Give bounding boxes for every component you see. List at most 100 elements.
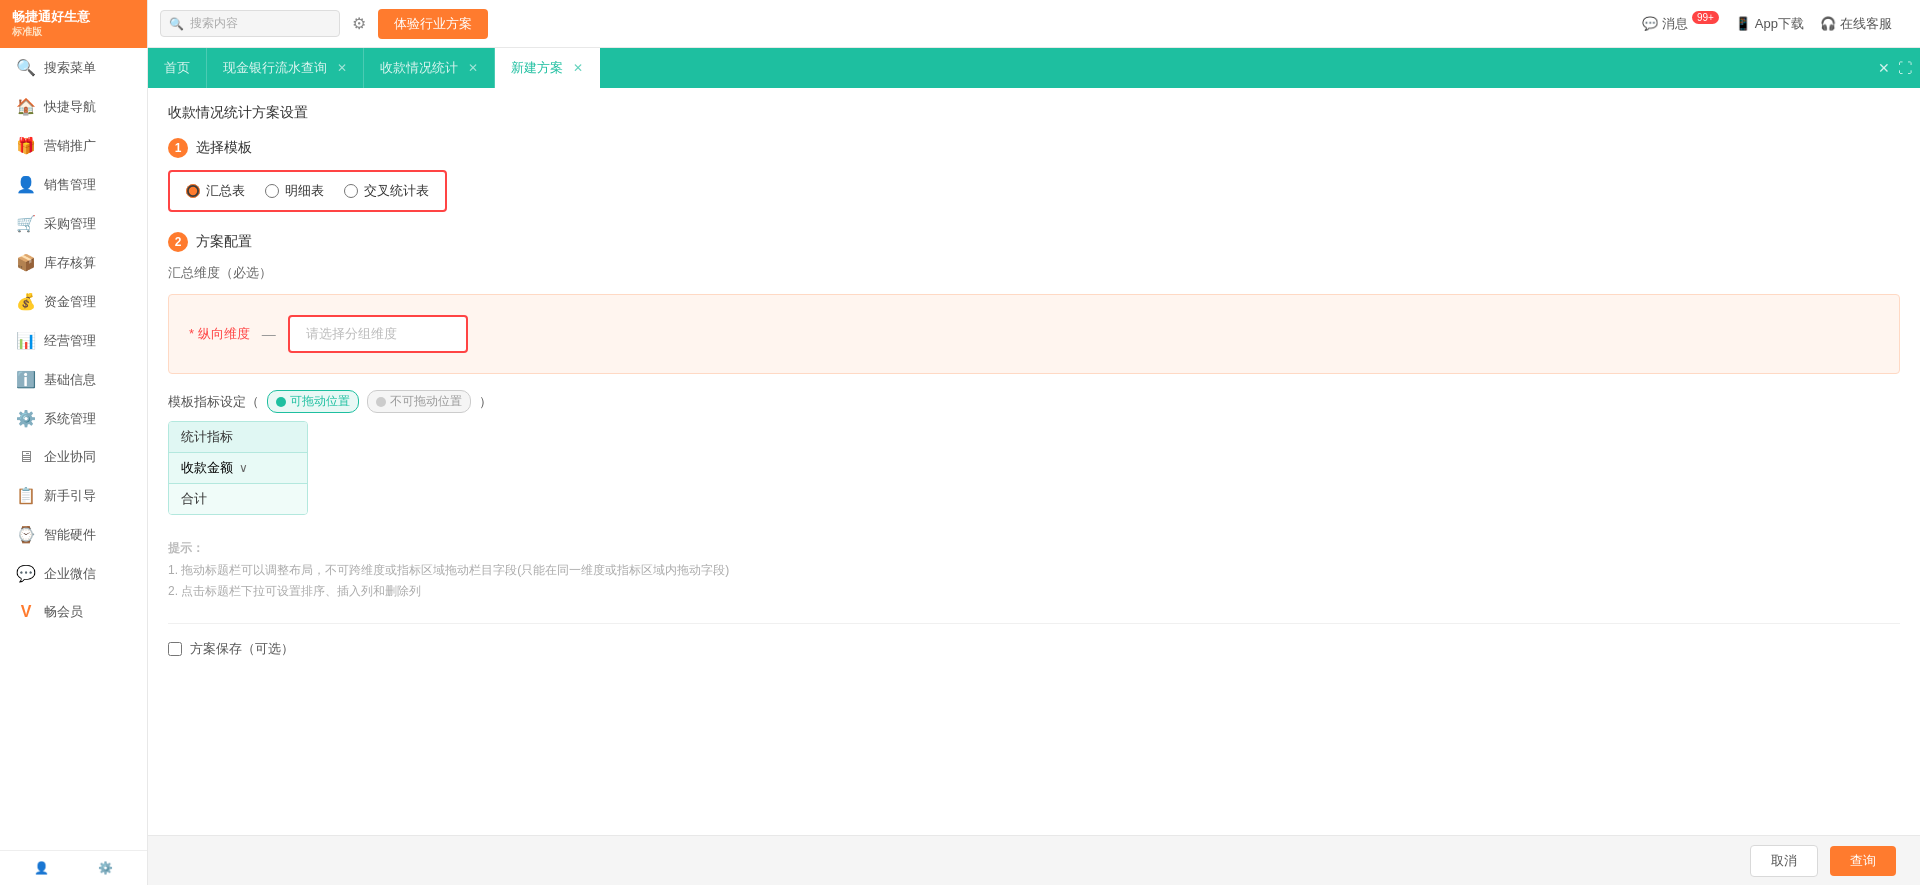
step2-label: 方案配置 bbox=[196, 233, 252, 251]
query-button[interactable]: 查询 bbox=[1830, 846, 1896, 876]
maximize-icon[interactable]: ⛶ bbox=[1898, 60, 1912, 76]
stats-dropdown-icon[interactable]: ∨ bbox=[239, 461, 248, 475]
app-download-label: App下载 bbox=[1755, 15, 1804, 33]
sidebar-item-member[interactable]: V 畅会员 bbox=[0, 593, 147, 631]
sidebar-logo: 畅捷通好生意 标准版 bbox=[0, 0, 147, 48]
tabs-bar: 首页 现金银行流水查询 ✕ 收款情况统计 ✕ 新建方案 ✕ ✕ ⛶ bbox=[148, 48, 1920, 88]
topbar-search-box[interactable]: 🔍 搜索内容 bbox=[160, 10, 340, 37]
sidebar-item-label: 企业微信 bbox=[44, 565, 96, 583]
sidebar-bottom-settings[interactable]: ⚙️ bbox=[98, 861, 113, 875]
download-icon: 📱 bbox=[1735, 16, 1751, 31]
radio-cross-input[interactable] bbox=[344, 184, 358, 198]
settings-gear-icon[interactable]: ⚙ bbox=[352, 14, 366, 33]
tab-label: 收款情况统计 bbox=[380, 59, 458, 77]
movable-label: 可拖动位置 bbox=[290, 393, 350, 410]
sidebar-item-label: 资金管理 bbox=[44, 293, 96, 311]
message-icon: 💬 bbox=[1642, 16, 1658, 31]
radio-cross[interactable]: 交叉统计表 bbox=[344, 182, 429, 200]
sidebar-bottom-user[interactable]: 👤 bbox=[34, 861, 49, 875]
tab-label: 新建方案 bbox=[511, 59, 563, 77]
tab-new-plan[interactable]: 新建方案 ✕ bbox=[495, 48, 600, 88]
vertical-dimension-row: * 纵向维度 — 请选择分组维度 bbox=[189, 315, 468, 353]
tips-section: 提示： 1. 拖动标题栏可以调整布局，不可跨维度或指标区域拖动栏目字段(只能在同… bbox=[168, 538, 1900, 603]
stats-table: 统计指标 收款金额 ∨ 合计 bbox=[168, 421, 308, 515]
dimension-arrow: — bbox=[262, 326, 276, 342]
page-title: 收款情况统计方案设置 bbox=[168, 104, 1900, 122]
footer: 取消 查询 bbox=[148, 835, 1920, 885]
app-download-item[interactable]: 📱 App下载 bbox=[1735, 15, 1804, 33]
radio-detail-label: 明细表 bbox=[285, 182, 324, 200]
cancel-button[interactable]: 取消 bbox=[1750, 845, 1818, 877]
stats-table-header: 统计指标 bbox=[169, 422, 307, 453]
close-window-icon[interactable]: ✕ bbox=[1878, 60, 1890, 76]
search-icon: 🔍 bbox=[169, 17, 184, 31]
logo-version: 标准版 bbox=[12, 25, 90, 39]
topbar-right: 💬 消息 99+ 📱 App下载 🎧 在线客服 bbox=[1642, 15, 1908, 33]
message-item[interactable]: 💬 消息 99+ bbox=[1642, 15, 1719, 33]
sidebar-item-system[interactable]: ⚙️ 系统管理 bbox=[0, 399, 147, 438]
sidebar-item-finance[interactable]: 💰 资金管理 bbox=[0, 282, 147, 321]
tab-label: 现金银行流水查询 bbox=[223, 59, 327, 77]
logo-text: 畅捷通好生意 bbox=[12, 9, 90, 25]
sidebar-item-wechat[interactable]: 💬 企业微信 bbox=[0, 554, 147, 593]
info-icon: ℹ️ bbox=[16, 370, 36, 389]
sidebar-item-collab[interactable]: 🖥 企业协同 bbox=[0, 438, 147, 476]
sidebar-item-inventory[interactable]: 📦 库存核算 bbox=[0, 243, 147, 282]
sidebar-item-label: 新手引导 bbox=[44, 487, 96, 505]
trial-button[interactable]: 体验行业方案 bbox=[378, 9, 488, 39]
sidebar-item-marketing[interactable]: 🎁 营销推广 bbox=[0, 126, 147, 165]
sidebar-item-hardware[interactable]: ⌚ 智能硬件 bbox=[0, 515, 147, 554]
sidebar-item-label: 营销推广 bbox=[44, 137, 96, 155]
chart-icon: 📊 bbox=[16, 331, 36, 350]
tab-collection-stats[interactable]: 收款情况统计 ✕ bbox=[364, 48, 495, 88]
vertical-dimension-label: * 纵向维度 bbox=[189, 325, 250, 343]
sidebar-item-label: 系统管理 bbox=[44, 410, 96, 428]
radio-cross-label: 交叉统计表 bbox=[364, 182, 429, 200]
content-area: 收款情况统计方案设置 1 选择模板 汇总表 明细表 bbox=[148, 88, 1920, 835]
radio-summary-input[interactable] bbox=[186, 184, 200, 198]
sidebar-item-guide[interactable]: 📋 新手引导 bbox=[0, 476, 147, 515]
sidebar-item-label: 畅会员 bbox=[44, 603, 83, 621]
radio-detail-input[interactable] bbox=[265, 184, 279, 198]
save-section: 方案保存（可选） bbox=[168, 640, 1900, 658]
sidebar-item-nav[interactable]: 🏠 快捷导航 bbox=[0, 87, 147, 126]
cart-icon: 🛒 bbox=[16, 214, 36, 233]
save-label: 方案保存（可选） bbox=[190, 640, 294, 658]
save-checkbox[interactable] bbox=[168, 642, 182, 656]
sidebar-item-label: 库存核算 bbox=[44, 254, 96, 272]
radio-summary-label: 汇总表 bbox=[206, 182, 245, 200]
sidebar-item-label: 基础信息 bbox=[44, 371, 96, 389]
tabs-right-controls: ✕ ⛶ bbox=[1878, 60, 1920, 76]
tab-cash-bank[interactable]: 现金银行流水查询 ✕ bbox=[207, 48, 364, 88]
gift-icon: 🎁 bbox=[16, 136, 36, 155]
clipboard-icon: 📋 bbox=[16, 486, 36, 505]
sidebar-item-sales[interactable]: 👤 销售管理 bbox=[0, 165, 147, 204]
sidebar-item-purchase[interactable]: 🛒 采购管理 bbox=[0, 204, 147, 243]
tab-label: 首页 bbox=[164, 59, 190, 77]
step2-number: 2 bbox=[168, 232, 188, 252]
radio-detail[interactable]: 明细表 bbox=[265, 182, 324, 200]
topbar: 🔍 搜索内容 ⚙ 体验行业方案 💬 消息 99+ 📱 App下载 🎧 在线客服 bbox=[148, 0, 1920, 48]
sidebar: 畅捷通好生意 标准版 🔍 搜索菜单 🏠 快捷导航 🎁 营销推广 👤 销售管理 🛒… bbox=[0, 0, 148, 885]
radio-summary[interactable]: 汇总表 bbox=[186, 182, 245, 200]
stats-table-cell[interactable]: 收款金额 ∨ bbox=[169, 453, 307, 483]
tab-close-icon[interactable]: ✕ bbox=[337, 61, 347, 75]
sidebar-item-basic[interactable]: ℹ️ 基础信息 bbox=[0, 360, 147, 399]
step1-header: 1 选择模板 bbox=[168, 138, 1900, 158]
movable-dot bbox=[276, 397, 286, 407]
dimension-placeholder[interactable]: 请选择分组维度 bbox=[288, 315, 468, 353]
tab-close-active-icon[interactable]: ✕ bbox=[573, 61, 583, 75]
metrics-label-text: 模板指标设定（ bbox=[168, 393, 259, 411]
sidebar-item-label: 企业协同 bbox=[44, 448, 96, 466]
settings-icon: ⚙️ bbox=[16, 409, 36, 428]
immovable-label: 不可拖动位置 bbox=[390, 393, 462, 410]
template-selection-box: 汇总表 明细表 交叉统计表 bbox=[168, 170, 447, 212]
sidebar-item-management[interactable]: 📊 经营管理 bbox=[0, 321, 147, 360]
step1-number: 1 bbox=[168, 138, 188, 158]
sidebar-item-search[interactable]: 🔍 搜索菜单 bbox=[0, 48, 147, 87]
stats-row-total: 合计 bbox=[169, 483, 307, 514]
tab-close-icon[interactable]: ✕ bbox=[468, 61, 478, 75]
tab-home[interactable]: 首页 bbox=[148, 48, 207, 88]
page: 收款情况统计方案设置 1 选择模板 汇总表 明细表 bbox=[148, 88, 1920, 835]
customer-service-item[interactable]: 🎧 在线客服 bbox=[1820, 15, 1892, 33]
